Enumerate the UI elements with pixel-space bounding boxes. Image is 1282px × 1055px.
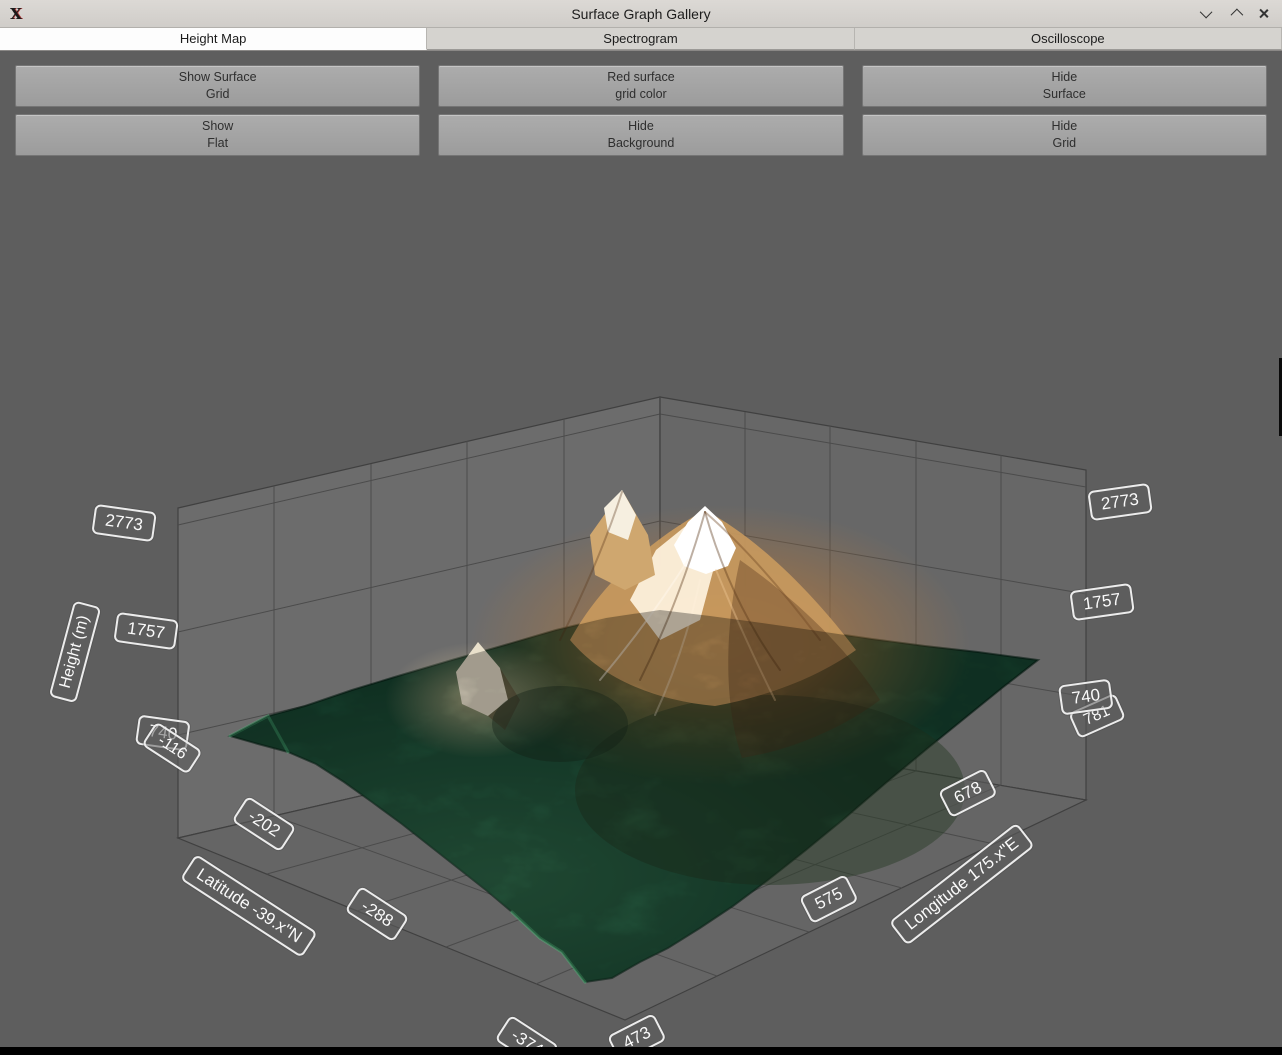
maximize-button[interactable] xyxy=(1226,5,1244,23)
chevron-up-icon xyxy=(1230,9,1243,22)
shade-button[interactable] xyxy=(1198,5,1216,23)
red-surface-grid-color-button[interactable]: Red surface grid color xyxy=(438,65,843,107)
tab-height-map[interactable]: Height Map xyxy=(0,28,427,50)
tab-oscilloscope[interactable]: Oscilloscope xyxy=(855,28,1282,50)
tab-spectrogram[interactable]: Spectrogram xyxy=(427,28,854,50)
show-flat-button[interactable]: Show Flat xyxy=(15,114,420,156)
controls-panel: Show Surface Grid Red surface grid color… xyxy=(0,65,1282,156)
button-label-line: Red surface xyxy=(607,69,674,86)
button-label-line: Hide xyxy=(1051,69,1077,86)
show-surface-grid-button[interactable]: Show Surface Grid xyxy=(15,65,420,107)
hide-background-button[interactable]: Hide Background xyxy=(438,114,843,156)
close-button[interactable] xyxy=(1254,5,1272,23)
surface-plot-canvas xyxy=(0,0,1282,1055)
titlebar[interactable]: X Surface Graph Gallery xyxy=(0,0,1282,28)
tab-bar: Height Map Spectrogram Oscilloscope xyxy=(0,28,1282,51)
button-label-line: Background xyxy=(608,135,675,152)
window-title: Surface Graph Gallery xyxy=(0,6,1282,22)
button-label-line: Grid xyxy=(206,86,230,103)
button-label-line: Grid xyxy=(1053,135,1077,152)
screen-edge-strip xyxy=(0,1047,1282,1055)
button-label-line: Hide xyxy=(1051,118,1077,135)
button-label-line: Show xyxy=(202,118,233,135)
hide-grid-button[interactable]: Hide Grid xyxy=(862,114,1267,156)
hide-surface-button[interactable]: Hide Surface xyxy=(862,65,1267,107)
button-label-line: grid color xyxy=(615,86,666,103)
app-window: 2773 1757 740 Height (m) 2773 1757 781 7… xyxy=(0,0,1282,1055)
window-controls xyxy=(1198,5,1282,23)
surface-plot-view[interactable] xyxy=(0,0,1282,1055)
button-label-line: Surface xyxy=(1043,86,1086,103)
close-icon xyxy=(1258,8,1269,19)
button-label-line: Show Surface xyxy=(179,69,257,86)
button-label-line: Flat xyxy=(207,135,228,152)
button-label-line: Hide xyxy=(628,118,654,135)
chevron-down-icon xyxy=(1199,6,1212,19)
